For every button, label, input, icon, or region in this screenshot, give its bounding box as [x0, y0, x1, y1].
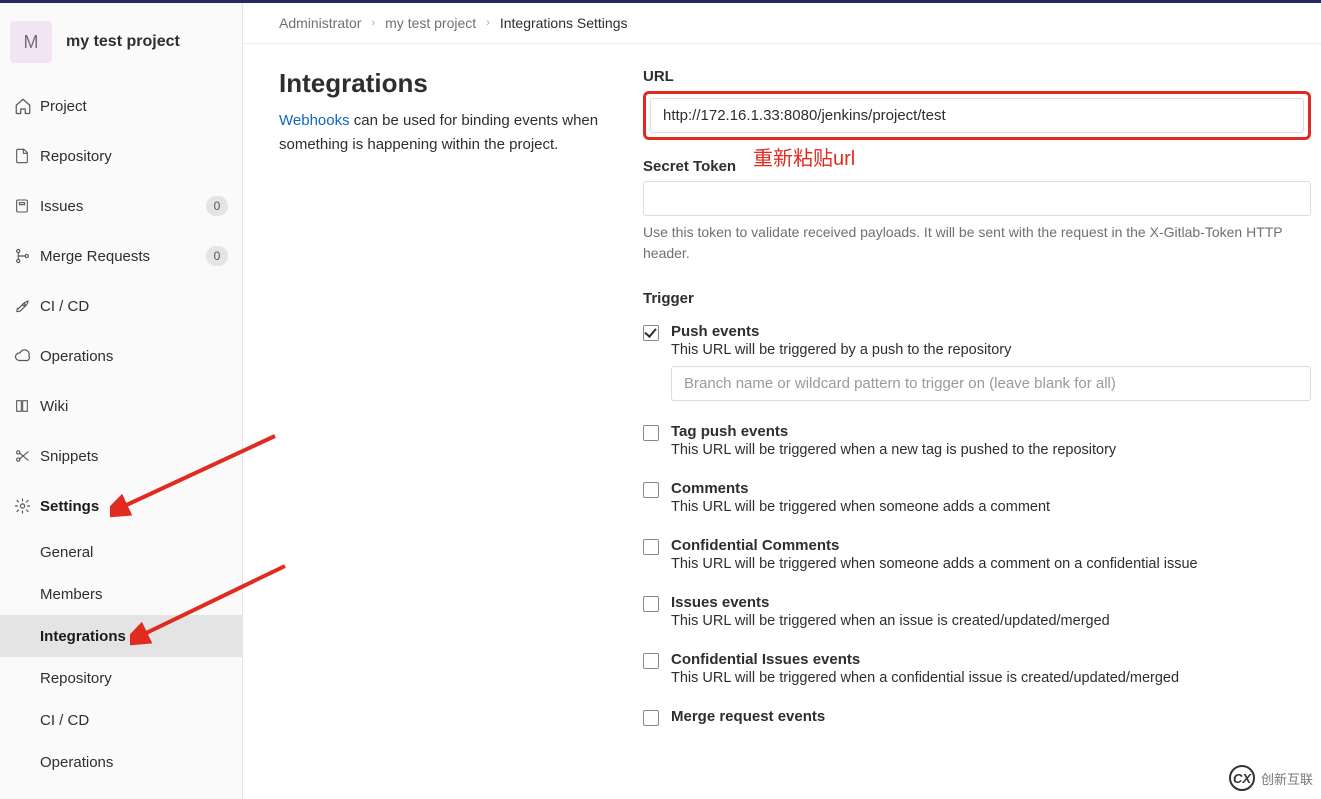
sidebar-item-issues[interactable]: Issues0 [0, 181, 242, 231]
main-content: Administrator › my test project › Integr… [243, 3, 1321, 799]
settings-sub-repository[interactable]: Repository [0, 657, 242, 699]
trigger-title: Issues events [671, 594, 1110, 611]
trigger-comments: Comments This URL will be triggered when … [643, 480, 1311, 515]
settings-sub-integrations[interactable]: Integrations [0, 615, 242, 657]
gear-icon [14, 497, 36, 515]
sidebar-item-label: CI / CD [40, 298, 228, 315]
trigger-merge-request-events: Merge request events [643, 708, 1311, 727]
trigger-label: Trigger [643, 290, 1311, 307]
rocket-icon [14, 297, 36, 315]
trigger-title: Comments [671, 480, 1050, 497]
scissors-icon [14, 447, 36, 465]
sidebar-item-label: Merge Requests [40, 248, 206, 265]
trigger-tag-push-events: Tag push events This URL will be triggere… [643, 423, 1311, 458]
app-layout: M my test project Project Repository Issue… [0, 3, 1321, 799]
project-header[interactable]: M my test project [0, 3, 242, 81]
settings-sub-general[interactable]: General [0, 531, 242, 573]
trigger-title: Merge request events [671, 708, 825, 725]
sidebar-item-label: Settings [40, 498, 228, 515]
sidebar-item-label: Wiki [40, 398, 228, 415]
trigger-confidential-comments: Confidential Comments This URL will be tr… [643, 537, 1311, 572]
page-heading: Integrations [279, 68, 619, 99]
count-badge: 0 [206, 246, 228, 266]
sidebar: M my test project Project Repository Issue… [0, 3, 243, 799]
breadcrumb-item-current: Integrations Settings [500, 15, 628, 31]
sidebar-item-ci-cd[interactable]: CI / CD [0, 281, 242, 331]
breadcrumb-item[interactable]: my test project [385, 15, 476, 31]
trigger-issues-events: Issues events This URL will be triggered … [643, 594, 1311, 629]
url-input[interactable] [650, 98, 1304, 133]
sidebar-item-settings[interactable]: Settings [0, 481, 242, 531]
trigger-title: Confidential Issues events [671, 651, 1179, 668]
chevron-right-icon: › [486, 17, 490, 29]
count-badge: 0 [206, 196, 228, 216]
watermark: CX 创新互联 [1229, 765, 1313, 791]
sidebar-item-merge-requests[interactable]: Merge Requests0 [0, 231, 242, 281]
breadcrumb-item[interactable]: Administrator [279, 15, 361, 31]
book-icon [14, 397, 36, 415]
watermark-icon: CX [1229, 765, 1255, 791]
trigger-title: Confidential Comments [671, 537, 1198, 554]
secret-token-input[interactable] [643, 181, 1311, 216]
sidebar-item-label: Operations [40, 348, 228, 365]
sidebar-item-label: Issues [40, 198, 206, 215]
trigger-description: This URL will be triggered when a new ta… [671, 442, 1116, 458]
sidebar-item-label: Repository [40, 148, 228, 165]
trigger-push-events: Push events This URL will be triggered by… [643, 323, 1311, 401]
cloud-icon [14, 347, 36, 365]
project-name: my test project [66, 33, 180, 51]
sidebar-item-wiki[interactable]: Wiki [0, 381, 242, 431]
trigger-description: This URL will be triggered by a push to … [671, 342, 1311, 358]
doc-icon [14, 147, 36, 165]
trigger-description: This URL will be triggered when someone … [671, 556, 1198, 572]
trigger-title: Tag push events [671, 423, 1116, 440]
breadcrumbs: Administrator › my test project › Integr… [243, 3, 1321, 44]
sidebar-item-project[interactable]: Project [0, 81, 242, 131]
issues-icon [14, 197, 36, 215]
trigger-checkbox[interactable] [643, 710, 659, 726]
trigger-checkbox[interactable] [643, 482, 659, 498]
trigger-branch-input[interactable] [671, 366, 1311, 401]
chevron-right-icon: › [371, 17, 375, 29]
watermark-text: 创新互联 [1261, 769, 1313, 788]
annotation-repaste-url: 重新粘贴url [753, 142, 855, 171]
sidebar-item-operations[interactable]: Operations [0, 331, 242, 381]
settings-subnav: GeneralMembersIntegrationsRepositoryCI /… [0, 531, 242, 783]
settings-sub-operations[interactable]: Operations [0, 741, 242, 783]
trigger-checkbox[interactable] [643, 539, 659, 555]
trigger-checkbox[interactable] [643, 596, 659, 612]
settings-sub-members[interactable]: Members [0, 573, 242, 615]
url-input-highlight [643, 91, 1311, 140]
trigger-description: This URL will be triggered when someone … [671, 499, 1050, 515]
sidebar-item-label: Project [40, 98, 228, 115]
sidebar-item-repository[interactable]: Repository [0, 131, 242, 181]
trigger-description: This URL will be triggered when a confid… [671, 670, 1179, 686]
trigger-description: This URL will be triggered when an issue… [671, 613, 1110, 629]
sidebar-item-label: Snippets [40, 448, 228, 465]
trigger-checkbox[interactable] [643, 653, 659, 669]
settings-sub-ci-cd[interactable]: CI / CD [0, 699, 242, 741]
home-icon [14, 97, 36, 115]
trigger-checkbox[interactable] [643, 425, 659, 441]
url-label: URL [643, 68, 1311, 85]
secret-token-label: Secret Token [643, 158, 1311, 175]
secret-token-help: Use this token to validate received payl… [643, 222, 1311, 264]
page-description: Webhooks can be used for binding events … [279, 109, 619, 157]
project-avatar: M [10, 21, 52, 63]
webhooks-link[interactable]: Webhooks [279, 112, 350, 129]
trigger-checkbox[interactable] [643, 325, 659, 341]
form-column: URL 重新粘贴url Secret Token Use this token … [643, 68, 1311, 749]
trigger-title: Push events [671, 323, 1311, 340]
sidebar-item-snippets[interactable]: Snippets [0, 431, 242, 481]
merge-icon [14, 247, 36, 265]
trigger-confidential-issues-events: Confidential Issues events This URL will … [643, 651, 1311, 686]
content-columns: Integrations Webhooks can be used for bi… [243, 44, 1321, 749]
intro-column: Integrations Webhooks can be used for bi… [279, 68, 619, 749]
